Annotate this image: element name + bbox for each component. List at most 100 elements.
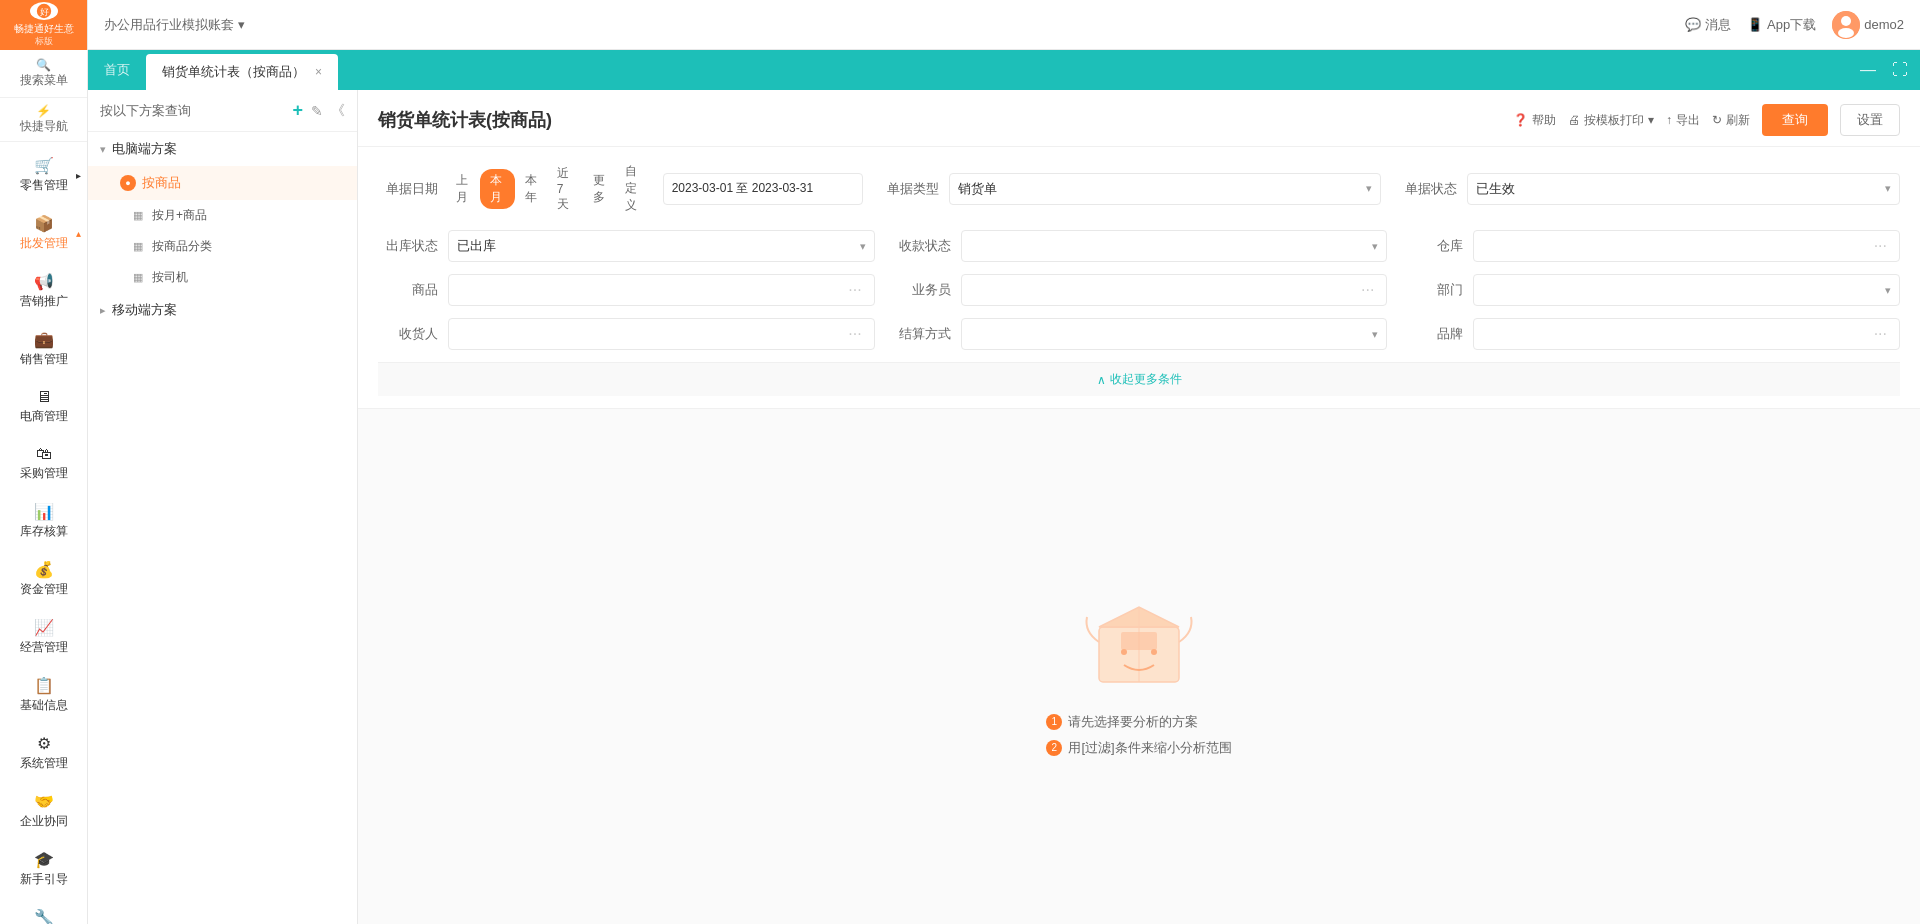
doc-type-field[interactable]: 销货单 ▾ xyxy=(949,173,1382,205)
user-profile[interactable]: demo2 xyxy=(1832,11,1904,39)
out-status-field[interactable]: 已出库 ▾ xyxy=(448,230,875,262)
sales-icon: 💼 xyxy=(34,330,54,349)
scheme-item-by-product[interactable]: ● 按商品 xyxy=(88,166,357,200)
sidebar-item-finance[interactable]: 💰 资金管理 xyxy=(0,550,87,608)
sidebar-item-enterprise[interactable]: 🤝 企业协同 xyxy=(0,782,87,840)
department-field[interactable]: ▾ xyxy=(1473,274,1900,306)
doc-type-value: 销货单 xyxy=(958,180,997,198)
grid-icon: ▦ xyxy=(130,209,146,222)
nav-dropdown[interactable]: 办公用品行业模拟账套 ▾ xyxy=(104,16,245,34)
page-title: 销货单统计表(按商品) xyxy=(378,108,552,132)
mobile-scheme-label: 移动端方案 xyxy=(112,301,177,319)
export-btn[interactable]: ↑ 导出 xyxy=(1666,112,1700,129)
sidebar-item-operation[interactable]: 📈 经营管理 xyxy=(0,608,87,666)
payment-status-field[interactable]: ▾ xyxy=(961,230,1388,262)
sidebar-item-inventory[interactable]: 📊 库存核算 xyxy=(0,492,87,550)
tab-minimize-icon[interactable]: — xyxy=(1856,57,1880,83)
filter-row-3: 商品 ··· 业务员 ··· 部门 ▾ xyxy=(378,274,1900,306)
scheme-sub-by-driver[interactable]: ▦ 按司机 xyxy=(88,262,357,293)
sidebar-item-newbie[interactable]: 🎓 新手引导 xyxy=(0,840,87,898)
system-icon: ⚙ xyxy=(37,734,51,753)
operation-icon: 📈 xyxy=(34,618,54,637)
sidebar-item-apps[interactable]: 🔧 应用中心 xyxy=(0,898,87,924)
recipient-field[interactable]: ··· xyxy=(448,318,875,350)
product-dots-icon[interactable]: ··· xyxy=(844,281,865,299)
app-download-btn[interactable]: 📱 App下载 xyxy=(1747,16,1816,34)
salesperson-dots-icon[interactable]: ··· xyxy=(1357,281,1378,299)
brand-dots-icon[interactable]: ··· xyxy=(1870,325,1891,343)
warehouse-dots-icon[interactable]: ··· xyxy=(1870,237,1891,255)
sidebar-item-marketing[interactable]: 📢 营销推广 xyxy=(0,262,87,320)
doc-status-field[interactable]: 已生效 ▾ xyxy=(1467,173,1900,205)
mobile-scheme-header[interactable]: ▸ 移动端方案 xyxy=(88,293,357,327)
collapse-up-icon: ∧ xyxy=(1097,373,1106,387)
sidebar-item-retail[interactable]: 🛒 零售管理 ▸ xyxy=(0,146,87,204)
sidebar-item-ecommerce[interactable]: 🖥 电商管理 xyxy=(0,378,87,435)
help-btn[interactable]: ❓ 帮助 xyxy=(1513,112,1556,129)
grid3-icon: ▦ xyxy=(130,271,146,284)
refresh-btn[interactable]: ↻ 刷新 xyxy=(1712,112,1750,129)
desktop-scheme-header[interactable]: ▾ 电脑端方案 xyxy=(88,132,357,166)
left-panel-actions: + ✎ 《 xyxy=(292,100,345,121)
sidebar-item-system[interactable]: ⚙ 系统管理 xyxy=(0,724,87,782)
date-tab-more[interactable]: 更多 xyxy=(585,168,615,210)
date-range-text: 2023-03-01 至 2023-03-31 xyxy=(672,180,813,197)
date-tab-thisyear[interactable]: 本年 xyxy=(517,168,547,210)
refresh-icon: ↻ xyxy=(1712,113,1722,127)
scheme-sub-by-category[interactable]: ▦ 按商品分类 xyxy=(88,231,357,262)
tab-sales-stat[interactable]: 销货单统计表（按商品） × xyxy=(146,54,338,90)
settlement-arrow-icon: ▾ xyxy=(1372,328,1378,341)
query-button[interactable]: 查询 xyxy=(1762,104,1828,136)
search-menu[interactable]: 🔍 搜索菜单 xyxy=(0,50,87,98)
edit-scheme-btn[interactable]: ✎ xyxy=(311,103,323,119)
left-panel-header: 按以下方案查询 + ✎ 《 xyxy=(88,90,357,132)
template-print-btn[interactable]: 🖨 按模板打印 ▾ xyxy=(1568,112,1654,129)
tab-close-icon[interactable]: × xyxy=(315,65,322,79)
date-tab-7days[interactable]: 近7天 xyxy=(549,161,583,217)
doc-status-value: 已生效 xyxy=(1476,180,1515,198)
settings-button[interactable]: 设置 xyxy=(1840,104,1900,136)
tab-maximize-icon[interactable]: ⛶ xyxy=(1888,57,1912,83)
empty-state: 1 请先选择要分析的方案 2 用[过滤]条件来缩小分析范围 xyxy=(358,409,1920,924)
help-icon: ❓ xyxy=(1513,113,1528,127)
add-scheme-btn[interactable]: + xyxy=(292,100,303,121)
settlement-field[interactable]: ▾ xyxy=(961,318,1388,350)
empty-tip-2: 2 用[过滤]条件来缩小分析范围 xyxy=(1046,739,1231,757)
svg-point-4 xyxy=(1838,28,1854,38)
chevron-up-icon: ▴ xyxy=(76,228,81,239)
date-tab-thismonth[interactable]: 本月 xyxy=(480,169,514,209)
date-tab-custom[interactable]: 自定义 xyxy=(617,159,654,218)
quick-nav[interactable]: ⚡ 快捷导航 xyxy=(0,98,87,142)
sidebar-item-sales[interactable]: 💼 销售管理 xyxy=(0,320,87,378)
collapse-btn[interactable]: ∧ 收起更多条件 xyxy=(378,362,1900,396)
svg-rect-8 xyxy=(1121,632,1157,650)
collapse-panel-btn[interactable]: 《 xyxy=(331,102,345,120)
recipient-dots-icon[interactable]: ··· xyxy=(844,325,865,343)
date-tab-lastmonth[interactable]: 上月 xyxy=(448,168,478,210)
left-panel-title: 按以下方案查询 xyxy=(100,102,191,120)
date-range-input[interactable]: 2023-03-01 至 2023-03-31 xyxy=(663,173,863,205)
salesperson-field[interactable]: ··· xyxy=(961,274,1388,306)
message-btn[interactable]: 💬 消息 xyxy=(1685,16,1731,34)
svg-point-3 xyxy=(1841,16,1851,26)
svg-point-9 xyxy=(1121,649,1127,655)
sidebar-item-wholesale[interactable]: 📦 批发管理 ▴ xyxy=(0,204,87,262)
nav-icon: ⚡ xyxy=(36,104,51,118)
purchase-icon: 🛍 xyxy=(36,445,52,463)
brand-field[interactable]: ··· xyxy=(1473,318,1900,350)
page-actions: ❓ 帮助 🖨 按模板打印 ▾ ↑ 导出 ↻ 刷新 xyxy=(1513,104,1900,136)
scheme-sub-by-month-product[interactable]: ▦ 按月+商品 xyxy=(88,200,357,231)
sidebar-item-purchase[interactable]: 🛍 采购管理 xyxy=(0,435,87,492)
sidebar-item-basic[interactable]: 📋 基础信息 xyxy=(0,666,87,724)
mobile-chevron-icon: ▸ xyxy=(100,304,106,317)
doc-type-label: 单据类型 xyxy=(879,180,949,198)
desktop-scheme-label: 电脑端方案 xyxy=(112,140,177,158)
marketing-icon: 📢 xyxy=(34,272,54,291)
avatar xyxy=(1832,11,1860,39)
brand-label: 品牌 xyxy=(1403,325,1473,343)
empty-tip-1: 1 请先选择要分析的方案 xyxy=(1046,713,1231,731)
product-field[interactable]: ··· xyxy=(448,274,875,306)
tab-home[interactable]: 首页 xyxy=(88,50,146,90)
warehouse-field[interactable]: ··· xyxy=(1473,230,1900,262)
payment-status-arrow-icon: ▾ xyxy=(1372,240,1378,253)
